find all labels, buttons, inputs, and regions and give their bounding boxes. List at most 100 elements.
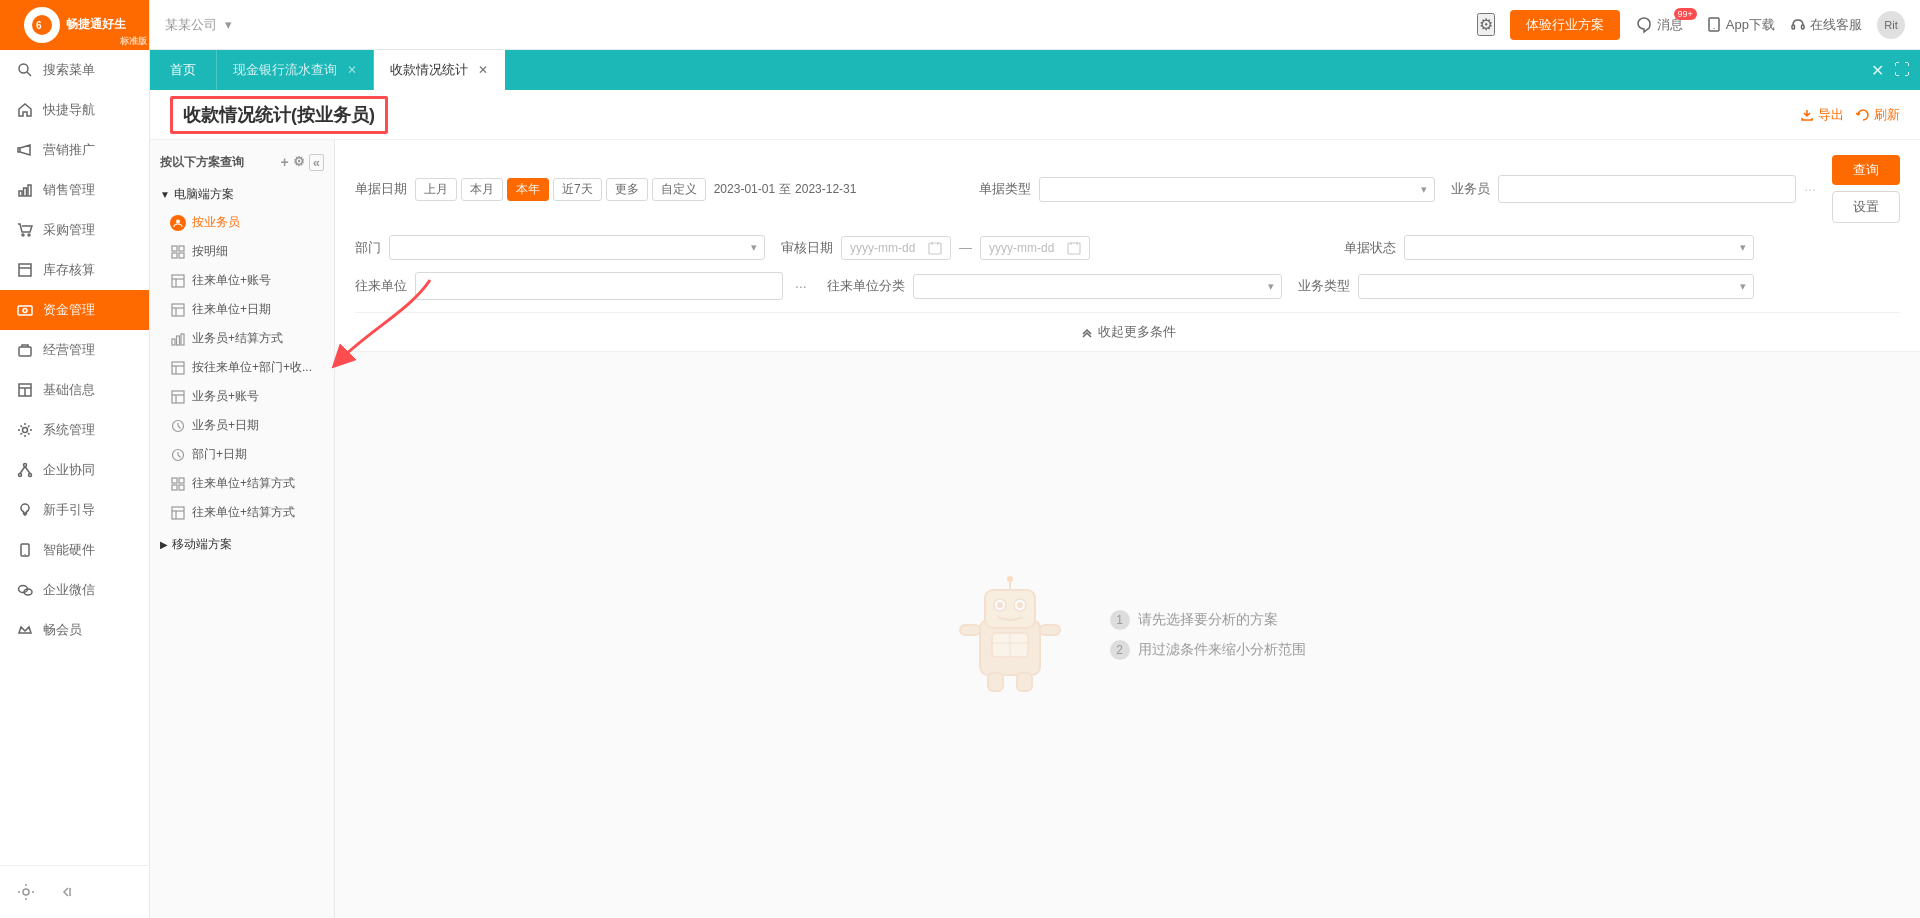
- partner-input[interactable]: [415, 272, 783, 300]
- svg-rect-41: [172, 304, 184, 316]
- sidebar-item-quick-nav[interactable]: 快捷导航: [0, 90, 149, 130]
- dept-select[interactable]: [389, 235, 765, 260]
- standard-tag: 标准版: [120, 35, 147, 48]
- dept-label: 部门: [355, 239, 381, 257]
- scheme-add-btn[interactable]: +: [281, 154, 289, 171]
- collapse-more-btn[interactable]: 收起更多条件: [355, 312, 1900, 351]
- filter-settings-btn[interactable]: 设置: [1832, 191, 1900, 223]
- tab-collection-stats[interactable]: 收款情况统计 ✕: [374, 50, 505, 90]
- user-avatar[interactable]: Rit: [1877, 11, 1905, 39]
- review-date-to[interactable]: yyyy-mm-dd: [980, 236, 1090, 260]
- scheme-item-by-detail[interactable]: 按明细: [150, 237, 334, 266]
- scheme-item-sales-account[interactable]: 业务员+账号: [150, 382, 334, 411]
- partner-more-btn[interactable]: ···: [791, 278, 811, 294]
- right-panel: 单据日期 上月 本月 本年 近7天 更多 自定义 2023-01-01: [335, 140, 1920, 918]
- scheme-item-partner-date[interactable]: 往来单位+日期: [150, 295, 334, 324]
- chart-icon: [15, 180, 35, 200]
- sidebar-item-member[interactable]: 畅会员: [0, 610, 149, 650]
- refresh-btn[interactable]: 刷新: [1856, 106, 1900, 124]
- sidebar: 6 畅捷通好生 标准版 搜索菜单 快捷导航 营销推广: [0, 0, 150, 918]
- scheme-item-partner-settlement2[interactable]: 往来单位+结算方式: [150, 498, 334, 527]
- single-type-select-wrap: [1039, 177, 1435, 202]
- svg-rect-62: [929, 243, 941, 254]
- date-btn-custom[interactable]: 自定义: [652, 178, 706, 201]
- sidebar-item-inventory[interactable]: 库存核算: [0, 250, 149, 290]
- scheme-item-sales-settlement[interactable]: 业务员+结算方式: [150, 324, 334, 353]
- scheme-panel-header: 按以下方案查询 + ⚙ «: [150, 148, 334, 177]
- sidebar-item-sales[interactable]: 销售管理: [0, 170, 149, 210]
- tab-close-window-btn[interactable]: ✕: [1871, 61, 1884, 80]
- scheme-item-dept-date[interactable]: 部门+日期: [150, 440, 334, 469]
- sidebar-settings-btn[interactable]: [10, 876, 42, 908]
- date-btn-more[interactable]: 更多: [606, 178, 648, 201]
- sidebar-item-hardware[interactable]: 智能硬件: [0, 530, 149, 570]
- filter-row-2: 部门 审核日期 yyyy-mm-dd —: [355, 235, 1900, 260]
- scheme-item-by-salesperson[interactable]: 按业务员: [150, 208, 334, 237]
- sidebar-item-purchase[interactable]: 采购管理: [0, 210, 149, 250]
- vip-icon: [15, 620, 35, 640]
- app-download-area[interactable]: App下载: [1706, 16, 1775, 34]
- sidebar-item-wechat[interactable]: 企业微信: [0, 570, 149, 610]
- salesperson-input[interactable]: [1498, 175, 1796, 203]
- scheme-collapse-btn[interactable]: «: [309, 154, 324, 171]
- scheme-settings-btn[interactable]: ⚙: [293, 154, 305, 171]
- date-btn-last-month[interactable]: 上月: [415, 178, 457, 201]
- table2-icon-1: [170, 273, 186, 289]
- online-service-area[interactable]: 在线客服: [1790, 16, 1862, 34]
- scheme-item-partner-dept-collect[interactable]: 按往来单位+部门+收...: [150, 353, 334, 382]
- sidebar-item-basic-info[interactable]: 基础信息: [0, 370, 149, 410]
- date-btn-last-7-days[interactable]: 近7天: [553, 178, 602, 201]
- query-btn[interactable]: 查询: [1832, 155, 1900, 185]
- svg-rect-46: [181, 334, 184, 345]
- sidebar-bottom: [0, 865, 149, 918]
- single-status-select[interactable]: [1404, 235, 1754, 260]
- scheme-item-partner-account[interactable]: 往来单位+账号: [150, 266, 334, 295]
- table2-icon-4: [170, 389, 186, 405]
- tab-collection-stats-close[interactable]: ✕: [478, 63, 488, 77]
- svg-rect-45: [177, 336, 180, 345]
- review-date-from[interactable]: yyyy-mm-dd: [841, 236, 951, 260]
- single-type-select[interactable]: [1039, 177, 1435, 202]
- tab-home[interactable]: 首页: [150, 50, 217, 90]
- message-area[interactable]: 消息 99+: [1635, 16, 1683, 34]
- svg-point-12: [23, 309, 27, 313]
- sidebar-item-system[interactable]: 系统管理: [0, 410, 149, 450]
- scheme-item-sales-date[interactable]: 业务员+日期: [150, 411, 334, 440]
- export-btn[interactable]: 导出: [1800, 106, 1844, 124]
- tab-bank-flow-close[interactable]: ✕: [347, 63, 357, 77]
- svg-line-3: [27, 72, 31, 76]
- scheme-group-desktop: ▼ 电脑端方案 按业务员 按: [150, 181, 334, 527]
- scheme-item-partner-settlement1[interactable]: 往来单位+结算方式: [150, 469, 334, 498]
- empty-state: 1 请先选择要分析的方案 2 用过滤条件来缩小分析范围: [335, 352, 1920, 918]
- svg-rect-50: [172, 391, 184, 403]
- sidebar-item-enterprise[interactable]: 企业协同: [0, 450, 149, 490]
- settings-icon: [15, 420, 35, 440]
- scheme-group-mobile-title[interactable]: ▶ 移动端方案: [150, 531, 334, 558]
- sidebar-item-guide[interactable]: 新手引导: [0, 490, 149, 530]
- sidebar-item-finance[interactable]: 资金管理: [0, 290, 149, 330]
- scheme-group-mobile: ▶ 移动端方案: [150, 531, 334, 558]
- tab-bank-flow[interactable]: 现金银行流水查询 ✕: [217, 50, 374, 90]
- header-gear-btn[interactable]: ⚙: [1477, 13, 1495, 36]
- dept-select-wrap: [389, 235, 765, 260]
- sidebar-collapse-btn[interactable]: [50, 876, 82, 908]
- sidebar-item-search-menu[interactable]: 搜索菜单: [0, 50, 149, 90]
- sidebar-item-marketing[interactable]: 营销推广: [0, 130, 149, 170]
- business-type-select[interactable]: [1358, 274, 1754, 299]
- tab-maximize-btn[interactable]: ⛶: [1894, 61, 1910, 79]
- tabs-right: ✕ ⛶: [1871, 61, 1920, 80]
- date-btn-this-year[interactable]: 本年: [507, 178, 549, 201]
- sidebar-item-operations[interactable]: 经营管理: [0, 330, 149, 370]
- date-btn-this-month[interactable]: 本月: [461, 178, 503, 201]
- salesperson-label: 业务员: [1451, 180, 1490, 198]
- svg-point-33: [176, 219, 180, 223]
- scheme-group-desktop-title[interactable]: ▼ 电脑端方案: [150, 181, 334, 208]
- partner-category-select[interactable]: [913, 274, 1283, 299]
- svg-rect-76: [988, 673, 1003, 691]
- salesperson-more-btn[interactable]: ···: [1804, 181, 1816, 197]
- tip-number-2: 2: [1110, 640, 1130, 660]
- empty-tip-2: 2 用过滤条件来缩小分析范围: [1110, 640, 1306, 660]
- svg-rect-65: [1068, 243, 1080, 254]
- single-status-label: 单据状态: [1344, 239, 1396, 257]
- trial-btn[interactable]: 体验行业方案: [1510, 10, 1620, 40]
